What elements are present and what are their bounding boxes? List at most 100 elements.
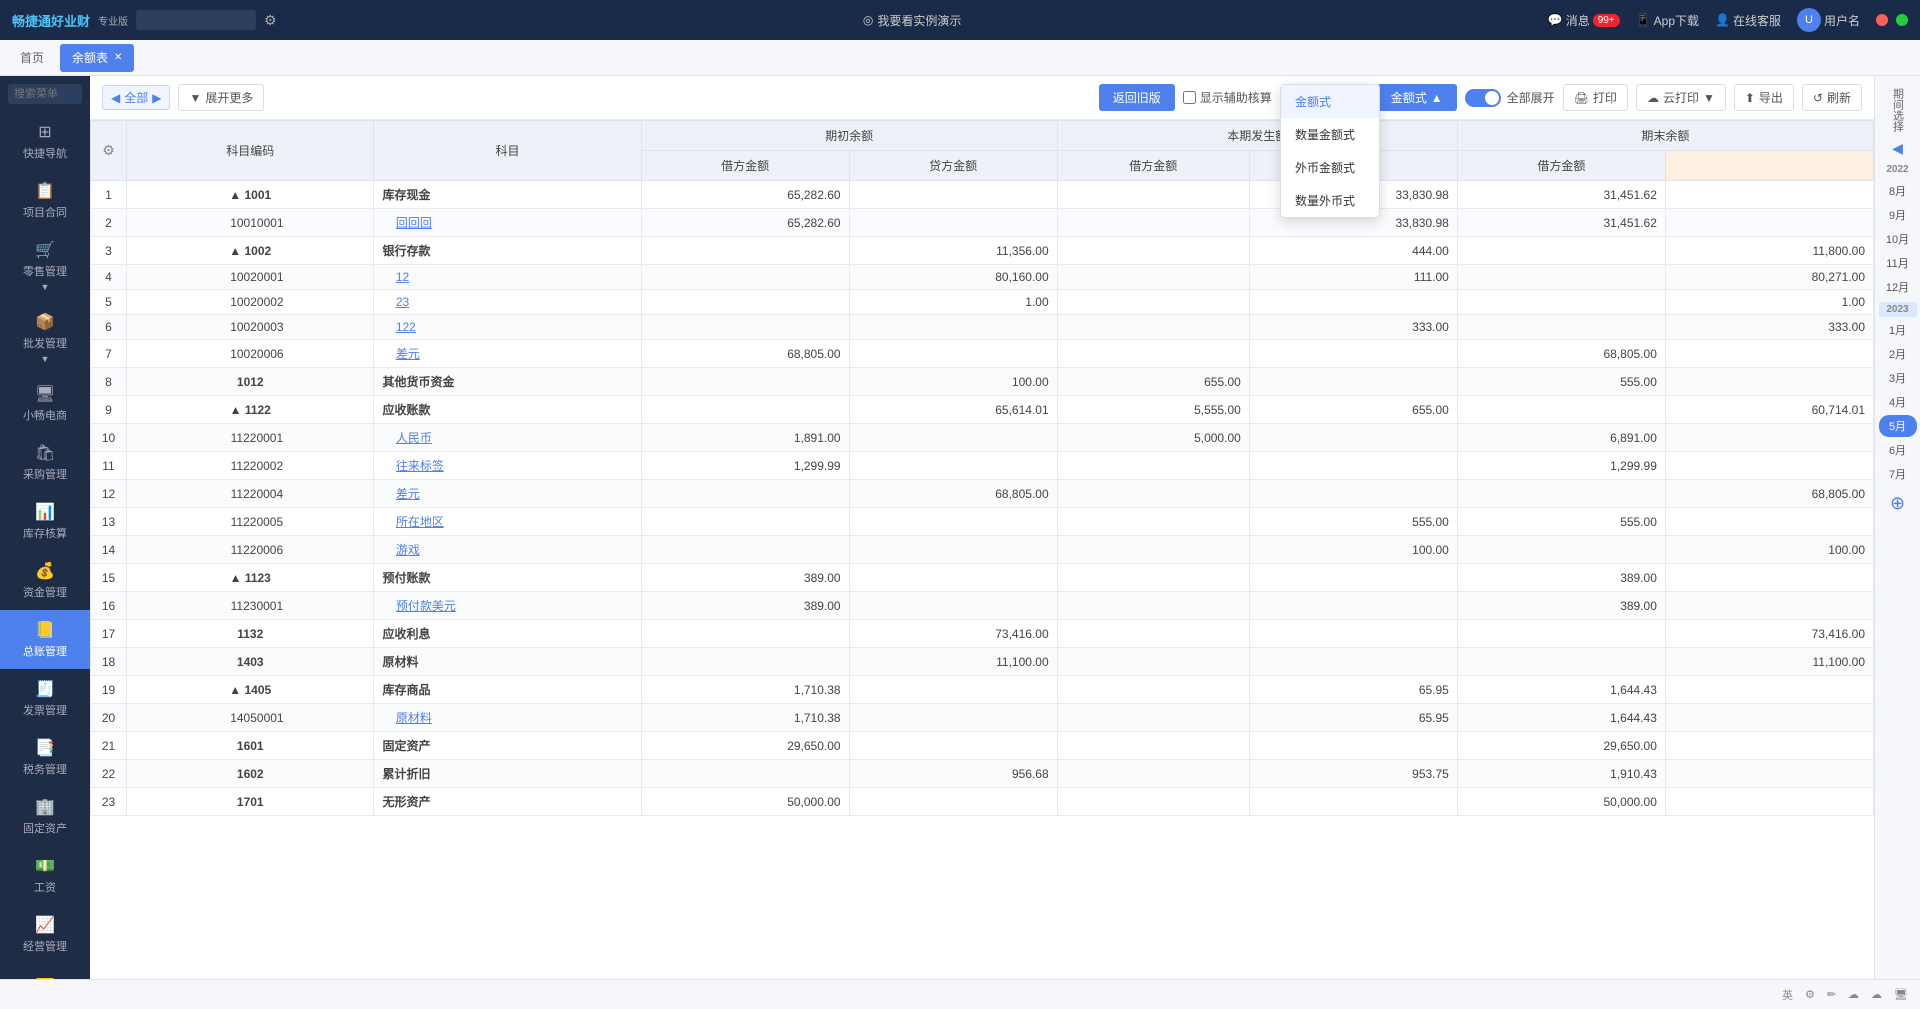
bottom-edit-icon[interactable]: ✏ bbox=[1827, 988, 1836, 1001]
checkbox-sub-ledger-label[interactable]: 显示辅助核算 bbox=[1183, 89, 1272, 106]
row-name[interactable]: 所在地区 bbox=[374, 508, 641, 536]
sidebar-item-ecommerce[interactable]: 🖥 小畅电商 bbox=[0, 374, 90, 433]
print-btn[interactable]: 🖨 打印 bbox=[1563, 84, 1628, 111]
message-btn[interactable]: 💬 消息 99+ bbox=[1548, 12, 1620, 29]
row-name[interactable]: 差元 bbox=[374, 480, 641, 508]
account-link[interactable]: 人民币 bbox=[396, 431, 432, 445]
sidebar-item-wholesale[interactable]: 📦 批发管理 ▼ bbox=[0, 302, 90, 374]
breadcrumb-all[interactable]: ◀ 全部 ▶ bbox=[102, 85, 170, 110]
account-link[interactable]: 122 bbox=[396, 320, 416, 334]
right-panel-expand-btn[interactable]: ⊕ bbox=[1890, 493, 1905, 514]
sidebar-item-sales[interactable]: 💳 小畅报销 bbox=[0, 964, 90, 979]
sidebar-item-salary[interactable]: 💵 工资 bbox=[0, 846, 90, 905]
month-oct[interactable]: 10月 bbox=[1879, 228, 1917, 250]
refresh-btn[interactable]: ↺ 刷新 bbox=[1802, 84, 1862, 111]
month-sep[interactable]: 9月 bbox=[1879, 204, 1917, 226]
tab-close-icon[interactable]: ✕ bbox=[114, 52, 122, 63]
month-dec[interactable]: 12月 bbox=[1879, 276, 1917, 298]
export-btn[interactable]: ⬆ 导出 bbox=[1734, 84, 1794, 111]
account-link[interactable]: 所在地区 bbox=[396, 515, 444, 529]
dropdown-item-qty-amount[interactable]: 数量金额式 bbox=[1281, 118, 1379, 151]
user-avatar[interactable]: U 用户名 bbox=[1797, 8, 1860, 32]
sidebar-item-purchase[interactable]: 🛍 采购管理 bbox=[0, 433, 90, 492]
account-link[interactable]: 12 bbox=[396, 270, 409, 284]
month-mar[interactable]: 3月 bbox=[1879, 367, 1917, 389]
month-aug[interactable]: 8月 bbox=[1879, 180, 1917, 202]
row-name[interactable]: 原材料 bbox=[374, 704, 641, 732]
window-close-btn[interactable] bbox=[1876, 14, 1888, 26]
toggle-switch[interactable] bbox=[1465, 89, 1501, 107]
account-link[interactable]: 预付款美元 bbox=[396, 599, 456, 613]
sidebar-search-input[interactable] bbox=[8, 84, 82, 104]
sidebar-item-tax[interactable]: 📑 税务管理 bbox=[0, 728, 90, 787]
row-name[interactable]: 库存商品 bbox=[374, 676, 641, 704]
top-search-input[interactable] bbox=[136, 10, 256, 30]
row-name[interactable]: 无形资产 bbox=[374, 788, 641, 816]
settings-icon[interactable]: ⚙ bbox=[264, 12, 277, 29]
account-link[interactable]: 差元 bbox=[396, 347, 420, 361]
row-name[interactable]: 12 bbox=[374, 265, 641, 290]
row-name[interactable]: 23 bbox=[374, 290, 641, 315]
expand-more-btn[interactable]: ▼ 展开更多 bbox=[178, 84, 264, 111]
sidebar-item-retail[interactable]: 🛒 零售管理 ▼ bbox=[0, 230, 90, 302]
row-name[interactable]: 差元 bbox=[374, 340, 641, 368]
dropdown-item-amount[interactable]: 金额式 bbox=[1281, 85, 1379, 118]
expand-all-toggle[interactable]: 全部展开 bbox=[1465, 89, 1555, 107]
sidebar-item-quick-nav[interactable]: ⊞ 快捷导航 bbox=[0, 112, 90, 171]
bottom-monitor-icon[interactable]: 🖥 bbox=[1894, 988, 1908, 1001]
row-name[interactable]: 应收利息 bbox=[374, 620, 641, 648]
row-name[interactable]: 原材料 bbox=[374, 648, 641, 676]
amount-type-btn[interactable]: 金额式 ▲ bbox=[1377, 84, 1457, 111]
account-link[interactable]: 差元 bbox=[396, 487, 420, 501]
tab-home[interactable]: 首页 bbox=[8, 44, 56, 72]
month-feb[interactable]: 2月 bbox=[1879, 343, 1917, 365]
month-nov[interactable]: 11月 bbox=[1879, 252, 1917, 274]
row-name[interactable]: 预付款美元 bbox=[374, 592, 641, 620]
month-may[interactable]: 5月 bbox=[1879, 415, 1917, 437]
bottom-cloud1-icon[interactable]: ☁ bbox=[1848, 988, 1859, 1001]
demo-link[interactable]: ◎ 我要看实例演示 bbox=[863, 12, 962, 29]
sidebar-item-inventory[interactable]: 📊 库存核算 bbox=[0, 492, 90, 551]
row-name[interactable]: 人民币 bbox=[374, 424, 641, 452]
sidebar-item-invoice[interactable]: 🧾 发票管理 bbox=[0, 669, 90, 728]
account-link[interactable]: 原材料 bbox=[396, 711, 432, 725]
table-settings-icon[interactable]: ⚙ bbox=[102, 142, 115, 158]
row-name[interactable]: 累计折旧 bbox=[374, 760, 641, 788]
sidebar-item-operation[interactable]: 📈 经营管理 bbox=[0, 905, 90, 964]
month-jul[interactable]: 7月 bbox=[1879, 463, 1917, 485]
tab-balance[interactable]: 余额表 ✕ bbox=[60, 44, 134, 72]
cloud-print-btn[interactable]: ☁ 云打印 ▼ bbox=[1636, 84, 1726, 111]
account-link[interactable]: 回回回 bbox=[396, 216, 432, 230]
account-link[interactable]: 往来标签 bbox=[396, 459, 444, 473]
account-link[interactable]: 23 bbox=[396, 295, 409, 309]
bottom-cloud2-icon[interactable]: ☁ bbox=[1871, 988, 1882, 1001]
row-name[interactable]: 固定资产 bbox=[374, 732, 641, 760]
dropdown-item-foreign-amount[interactable]: 外币金额式 bbox=[1281, 151, 1379, 184]
back-old-version-btn[interactable]: 返回旧版 bbox=[1099, 84, 1175, 111]
row-name[interactable]: 回回回 bbox=[374, 209, 641, 237]
account-link[interactable]: 游戏 bbox=[396, 543, 420, 557]
row-name[interactable]: 往来标签 bbox=[374, 452, 641, 480]
bottom-lang-icon[interactable]: 英 bbox=[1782, 987, 1793, 1003]
checkbox-sub-ledger[interactable] bbox=[1183, 91, 1196, 104]
row-name[interactable]: 122 bbox=[374, 315, 641, 340]
right-panel-collapse-icon[interactable]: ◀ bbox=[1892, 140, 1903, 157]
sidebar-item-general-ledger[interactable]: 📒 总账管理 bbox=[0, 610, 90, 669]
row-name[interactable]: 其他货币资金 bbox=[374, 368, 641, 396]
online-service-btn[interactable]: 👤 在线客服 bbox=[1715, 12, 1781, 29]
bottom-settings-icon[interactable]: ⚙ bbox=[1805, 988, 1815, 1001]
month-jun[interactable]: 6月 bbox=[1879, 439, 1917, 461]
row-name[interactable]: 预付账款 bbox=[374, 564, 641, 592]
window-maximize-btn[interactable] bbox=[1896, 14, 1908, 26]
sidebar-item-fixed-assets[interactable]: 🏢 固定资产 bbox=[0, 787, 90, 846]
row-name[interactable]: 银行存款 bbox=[374, 237, 641, 265]
month-jan[interactable]: 1月 bbox=[1879, 319, 1917, 341]
row-name[interactable]: 游戏 bbox=[374, 536, 641, 564]
month-apr[interactable]: 4月 bbox=[1879, 391, 1917, 413]
app-download-btn[interactable]: 📱 App下载 bbox=[1636, 12, 1699, 29]
sidebar-item-project[interactable]: 📋 项目合同 bbox=[0, 171, 90, 230]
dropdown-item-qty-foreign[interactable]: 数量外币式 bbox=[1281, 184, 1379, 217]
row-name[interactable]: 库存现金 bbox=[374, 181, 641, 209]
row-name[interactable]: 应收账款 bbox=[374, 396, 641, 424]
sidebar-item-capital[interactable]: 💰 资金管理 bbox=[0, 551, 90, 610]
